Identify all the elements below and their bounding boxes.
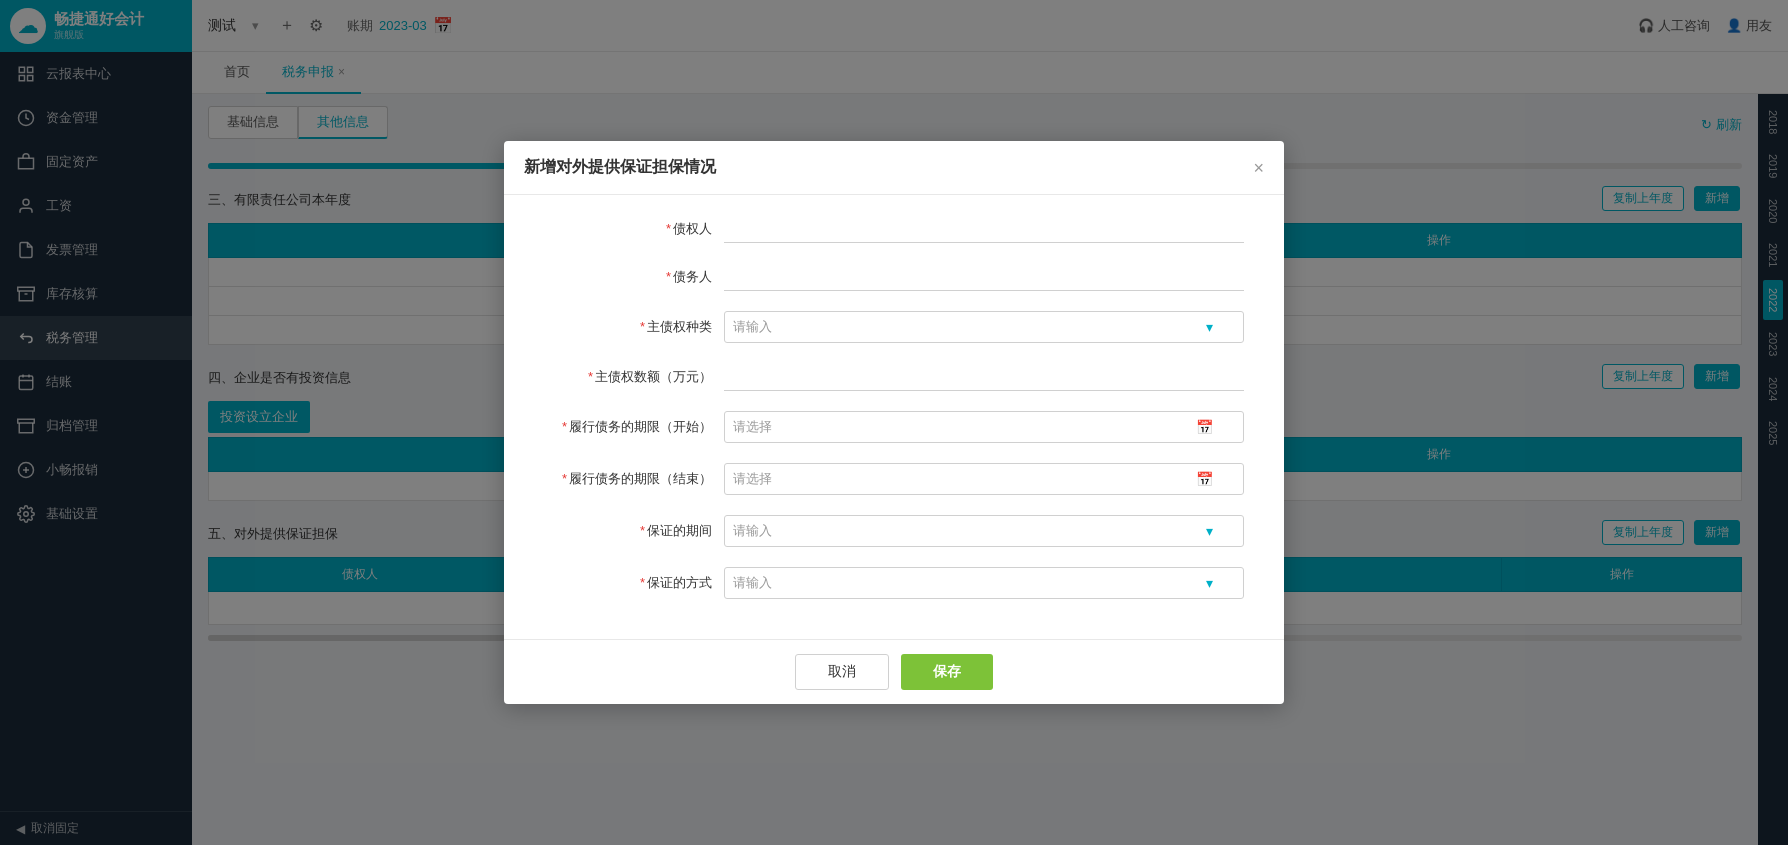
claim-type-select[interactable]: 请输入 ▾ bbox=[724, 311, 1244, 343]
form-row-period-end: *履行债务的期限（结束） 请选择 📅 bbox=[544, 463, 1244, 495]
modal-footer: 取消 保存 bbox=[504, 639, 1284, 704]
creditor-label: *债权人 bbox=[544, 220, 724, 238]
period-start-wrap: 请选择 📅 bbox=[724, 411, 1244, 443]
form-row-period-start: *履行债务的期限（开始） 请选择 📅 bbox=[544, 411, 1244, 443]
modal-dialog: 新增对外提供保证担保情况 × *债权人 *债务人 bbox=[504, 141, 1284, 704]
required-mark: * bbox=[640, 523, 645, 538]
guarantee-method-label: *保证的方式 bbox=[544, 574, 724, 592]
guarantee-method-wrap: 请输入 ▾ bbox=[724, 567, 1244, 599]
period-end-wrap: 请选择 📅 bbox=[724, 463, 1244, 495]
modal-title: 新增对外提供保证担保情况 bbox=[524, 157, 716, 178]
modal-close-button[interactable]: × bbox=[1253, 159, 1264, 177]
form-row-guarantee-method: *保证的方式 请输入 ▾ bbox=[544, 567, 1244, 599]
form-row-claim-type: *主债权种类 请输入 ▾ bbox=[544, 311, 1244, 343]
guarantee-period-label: *保证的期间 bbox=[544, 522, 724, 540]
modal-body: *债权人 *债务人 *主债权种类 bbox=[504, 195, 1284, 639]
guarantee-method-placeholder: 请输入 bbox=[733, 574, 772, 592]
guarantee-period-placeholder: 请输入 bbox=[733, 522, 772, 540]
modal-header: 新增对外提供保证担保情况 × bbox=[504, 141, 1284, 195]
required-mark: * bbox=[666, 269, 671, 284]
period-start-picker[interactable]: 请选择 📅 bbox=[724, 411, 1244, 443]
required-mark: * bbox=[640, 319, 645, 334]
claim-amount-label: *主债权数额（万元） bbox=[544, 368, 724, 386]
form-row-claim-amount: *主债权数额（万元） bbox=[544, 363, 1244, 391]
period-end-label: *履行债务的期限（结束） bbox=[544, 470, 724, 488]
guarantee-method-arrow-icon: ▾ bbox=[1206, 575, 1213, 591]
modal-overlay: 新增对外提供保证担保情况 × *债权人 *债务人 bbox=[0, 0, 1788, 845]
period-start-calendar-icon: 📅 bbox=[1196, 419, 1213, 435]
claim-amount-input[interactable] bbox=[724, 363, 1244, 391]
period-start-placeholder: 请选择 bbox=[733, 418, 772, 436]
guarantee-method-select[interactable]: 请输入 ▾ bbox=[724, 567, 1244, 599]
debtor-input[interactable] bbox=[724, 263, 1244, 291]
period-end-picker[interactable]: 请选择 📅 bbox=[724, 463, 1244, 495]
claim-type-arrow-icon: ▾ bbox=[1206, 319, 1213, 335]
required-mark: * bbox=[588, 369, 593, 384]
form-row-creditor: *债权人 bbox=[544, 215, 1244, 243]
period-end-placeholder: 请选择 bbox=[733, 470, 772, 488]
claim-type-label: *主债权种类 bbox=[544, 318, 724, 336]
guarantee-period-select[interactable]: 请输入 ▾ bbox=[724, 515, 1244, 547]
claim-type-placeholder: 请输入 bbox=[733, 318, 772, 336]
form-row-guarantee-period: *保证的期间 请输入 ▾ bbox=[544, 515, 1244, 547]
debtor-label: *债务人 bbox=[544, 268, 724, 286]
creditor-input[interactable] bbox=[724, 215, 1244, 243]
period-end-calendar-icon: 📅 bbox=[1196, 471, 1213, 487]
required-mark: * bbox=[562, 471, 567, 486]
debtor-input-wrap bbox=[724, 263, 1244, 291]
period-start-label: *履行债务的期限（开始） bbox=[544, 418, 724, 436]
form-row-debtor: *债务人 bbox=[544, 263, 1244, 291]
save-button[interactable]: 保存 bbox=[901, 654, 993, 690]
guarantee-period-wrap: 请输入 ▾ bbox=[724, 515, 1244, 547]
required-mark: * bbox=[562, 419, 567, 434]
required-mark: * bbox=[666, 221, 671, 236]
claim-type-wrap: 请输入 ▾ bbox=[724, 311, 1244, 343]
guarantee-period-arrow-icon: ▾ bbox=[1206, 523, 1213, 539]
required-mark: * bbox=[640, 575, 645, 590]
cancel-button[interactable]: 取消 bbox=[795, 654, 889, 690]
claim-amount-wrap bbox=[724, 363, 1244, 391]
creditor-input-wrap bbox=[724, 215, 1244, 243]
